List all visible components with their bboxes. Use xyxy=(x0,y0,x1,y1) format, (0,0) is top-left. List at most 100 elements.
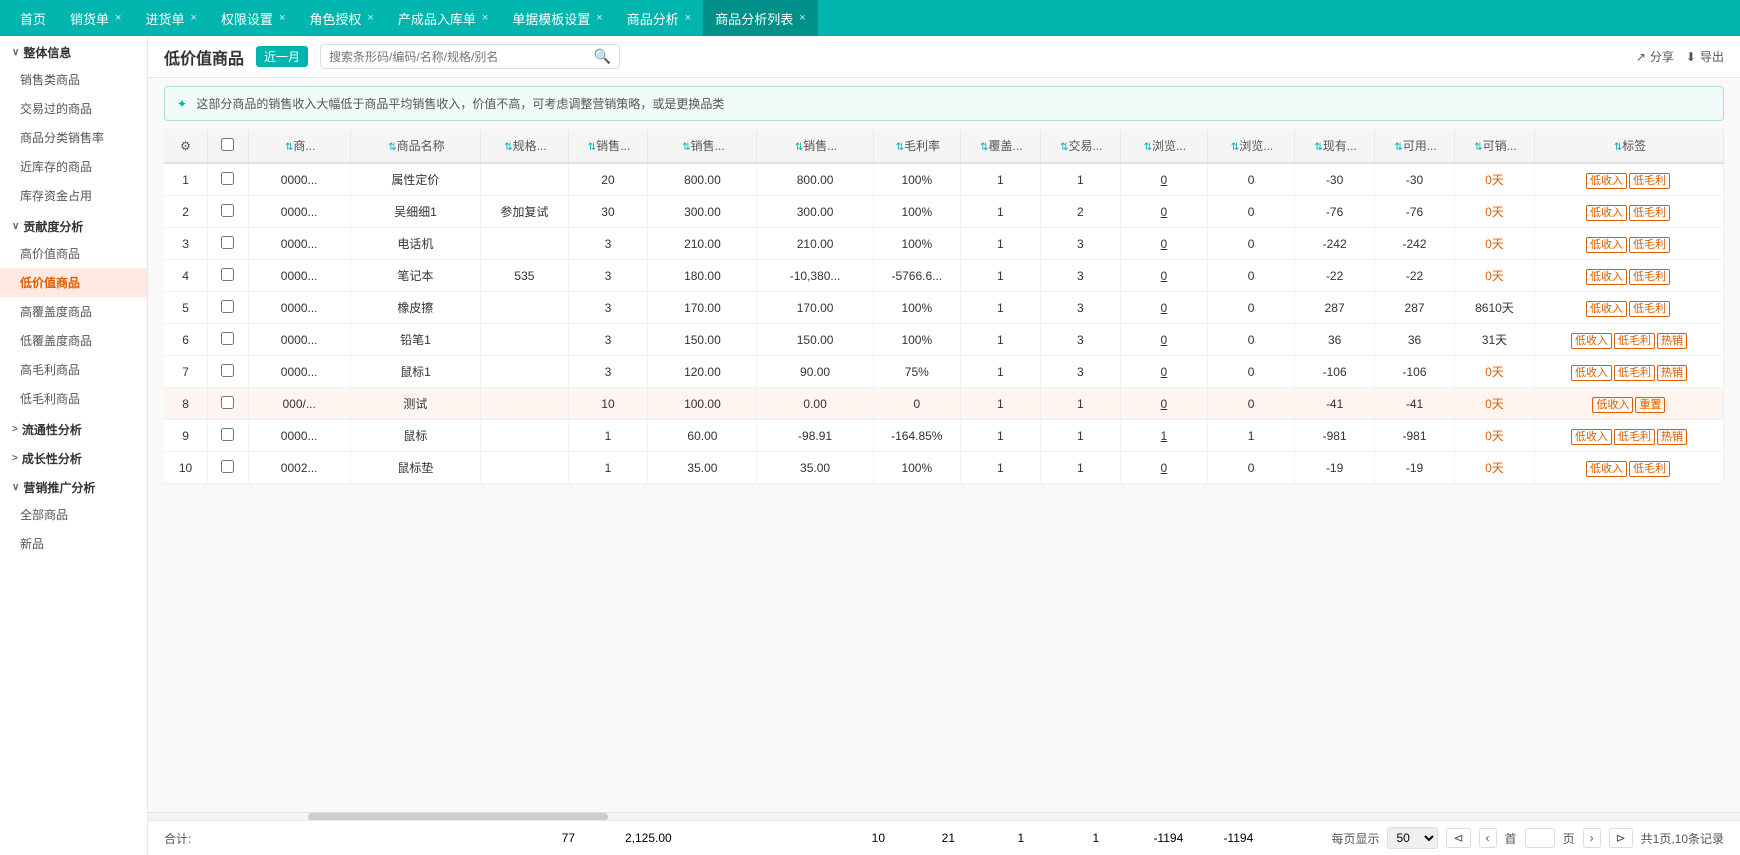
sidebar-group-流通性分析[interactable]: >流通性分析 xyxy=(0,413,147,442)
row-select-checkbox[interactable] xyxy=(221,460,234,473)
sort-icon[interactable]: ⇅ xyxy=(682,142,690,153)
row-select-checkbox[interactable] xyxy=(221,428,234,441)
share-button[interactable]: ↗ 分享 xyxy=(1636,48,1674,65)
row-checkbox[interactable] xyxy=(208,452,249,484)
browse1-link[interactable]: 0 xyxy=(1161,397,1168,411)
row-browse1[interactable]: 0 xyxy=(1120,163,1207,196)
nav-item-权限设置[interactable]: 权限设置× xyxy=(209,0,297,36)
table-container[interactable]: ⚙⇅商...⇅商品名称⇅规格...⇅销售...⇅销售...⇅销售...⇅毛利率⇅… xyxy=(148,129,1740,812)
col-header-margin[interactable]: ⇅毛利率 xyxy=(873,129,960,163)
row-browse1[interactable]: 0 xyxy=(1120,324,1207,356)
last-page-button[interactable]: ⊳ xyxy=(1609,828,1633,848)
sort-icon[interactable]: ⇅ xyxy=(896,142,904,153)
row-select-checkbox[interactable] xyxy=(221,396,234,409)
row-select-checkbox[interactable] xyxy=(221,172,234,185)
row-browse1[interactable]: 0 xyxy=(1120,228,1207,260)
per-page-select[interactable]: 50 100 200 xyxy=(1387,827,1438,849)
nav-item-角色授权[interactable]: 角色授权× xyxy=(297,0,385,36)
browse1-link[interactable]: 0 xyxy=(1161,461,1168,475)
col-header-code[interactable]: ⇅商... xyxy=(248,129,350,163)
sidebar-item-高毛利商品[interactable]: 高毛利商品 xyxy=(0,355,147,384)
nav-item-进货单[interactable]: 进货单× xyxy=(133,0,208,36)
row-browse1[interactable]: 0 xyxy=(1120,452,1207,484)
sort-icon[interactable]: ⇅ xyxy=(1394,142,1402,153)
browse1-link[interactable]: 0 xyxy=(1161,301,1168,315)
sort-icon[interactable]: ⇅ xyxy=(1144,142,1152,153)
settings-icon[interactable]: ⚙ xyxy=(180,139,191,153)
sidebar-group-整体信息[interactable]: ∨整体信息 xyxy=(0,36,147,65)
col-header-sales_amt[interactable]: ⇅销售... xyxy=(648,129,757,163)
sidebar-item-库存资金占用[interactable]: 库存资金占用 xyxy=(0,181,147,210)
row-checkbox[interactable] xyxy=(208,228,249,260)
close-icon[interactable]: × xyxy=(279,12,285,24)
sort-icon[interactable]: ⇅ xyxy=(1314,142,1322,153)
nav-item-首页[interactable]: 首页 xyxy=(8,0,58,36)
close-icon[interactable]: × xyxy=(596,12,602,24)
row-checkbox[interactable] xyxy=(208,196,249,228)
browse1-link[interactable]: 0 xyxy=(1161,237,1168,251)
browse1-link[interactable]: 1 xyxy=(1161,429,1168,443)
row-select-checkbox[interactable] xyxy=(221,236,234,249)
nav-item-商品分析[interactable]: 商品分析× xyxy=(615,0,703,36)
sort-icon[interactable]: ⇅ xyxy=(504,142,512,153)
nav-item-单据模板设置[interactable]: 单据模板设置× xyxy=(500,0,614,36)
first-page-button[interactable]: ⊲ xyxy=(1446,828,1470,848)
sidebar-item-商品分类销售率[interactable]: 商品分类销售率 xyxy=(0,123,147,152)
sidebar-group-成长性分析[interactable]: >成长性分析 xyxy=(0,442,147,471)
row-browse1[interactable]: 0 xyxy=(1120,388,1207,420)
bottom-scrollbar[interactable] xyxy=(148,812,1740,820)
close-icon[interactable]: × xyxy=(799,12,805,24)
col-header-sales_profit[interactable]: ⇅销售... xyxy=(757,129,873,163)
sort-icon[interactable]: ⇅ xyxy=(285,142,293,153)
row-checkbox[interactable] xyxy=(208,356,249,388)
col-header-coverage[interactable]: ⇅覆盖... xyxy=(960,129,1040,163)
sidebar-item-新品[interactable]: 新品 xyxy=(0,529,147,558)
export-button[interactable]: ⬇ 导出 xyxy=(1686,48,1724,65)
sidebar-group-贡献度分析[interactable]: ∨贡献度分析 xyxy=(0,210,147,239)
col-header-available[interactable]: ⇅可用... xyxy=(1375,129,1455,163)
col-header-tag[interactable]: ⇅标签 xyxy=(1534,129,1723,163)
browse1-link[interactable]: 0 xyxy=(1161,269,1168,283)
sort-icon[interactable]: ⇅ xyxy=(1231,142,1239,153)
sidebar-item-低价值商品[interactable]: 低价值商品 xyxy=(0,268,147,297)
next-page-button[interactable]: › xyxy=(1583,828,1601,848)
col-header-browse2[interactable]: ⇅浏览... xyxy=(1207,129,1294,163)
col-header-sales_qty[interactable]: ⇅销售... xyxy=(568,129,648,163)
row-checkbox[interactable] xyxy=(208,260,249,292)
sidebar-item-高覆盖度商品[interactable]: 高覆盖度商品 xyxy=(0,297,147,326)
col-header-spec[interactable]: ⇅规格... xyxy=(481,129,568,163)
row-browse1[interactable]: 0 xyxy=(1120,356,1207,388)
search-input[interactable] xyxy=(329,50,594,64)
row-checkbox[interactable] xyxy=(208,388,249,420)
sidebar-item-销售类商品[interactable]: 销售类商品 xyxy=(0,65,147,94)
sidebar-item-低覆盖度商品[interactable]: 低覆盖度商品 xyxy=(0,326,147,355)
close-icon[interactable]: × xyxy=(115,12,121,24)
row-select-checkbox[interactable] xyxy=(221,268,234,281)
sort-icon[interactable]: ⇅ xyxy=(795,142,803,153)
col-header-current[interactable]: ⇅现有... xyxy=(1295,129,1375,163)
col-header-browse1[interactable]: ⇅浏览... xyxy=(1120,129,1207,163)
prev-page-button[interactable]: ‹ xyxy=(1479,828,1497,848)
sort-icon[interactable]: ⇅ xyxy=(388,142,396,153)
browse1-link[interactable]: 0 xyxy=(1161,205,1168,219)
col-header-name[interactable]: ⇅商品名称 xyxy=(350,129,481,163)
sort-icon[interactable]: ⇅ xyxy=(1614,142,1622,153)
close-icon[interactable]: × xyxy=(685,12,691,24)
browse1-link[interactable]: 0 xyxy=(1161,333,1168,347)
search-icon[interactable]: 🔍 xyxy=(594,48,611,65)
page-input[interactable]: 1 xyxy=(1525,828,1555,848)
sidebar-item-高价值商品[interactable]: 高价值商品 xyxy=(0,239,147,268)
select-all-checkbox[interactable] xyxy=(221,138,234,151)
row-browse1[interactable]: 1 xyxy=(1120,420,1207,452)
row-checkbox[interactable] xyxy=(208,292,249,324)
sidebar-item-近库存的商品[interactable]: 近库存的商品 xyxy=(0,152,147,181)
sidebar-item-交易过的商品[interactable]: 交易过的商品 xyxy=(0,94,147,123)
row-browse1[interactable]: 0 xyxy=(1120,260,1207,292)
sidebar-item-低毛利商品[interactable]: 低毛利商品 xyxy=(0,384,147,413)
close-icon[interactable]: × xyxy=(190,12,196,24)
col-header-trade[interactable]: ⇅交易... xyxy=(1040,129,1120,163)
sidebar-group-营销推广分析[interactable]: ∨营销推广分析 xyxy=(0,471,147,500)
row-select-checkbox[interactable] xyxy=(221,300,234,313)
sort-icon[interactable]: ⇅ xyxy=(588,142,596,153)
sort-icon[interactable]: ⇅ xyxy=(1060,142,1068,153)
